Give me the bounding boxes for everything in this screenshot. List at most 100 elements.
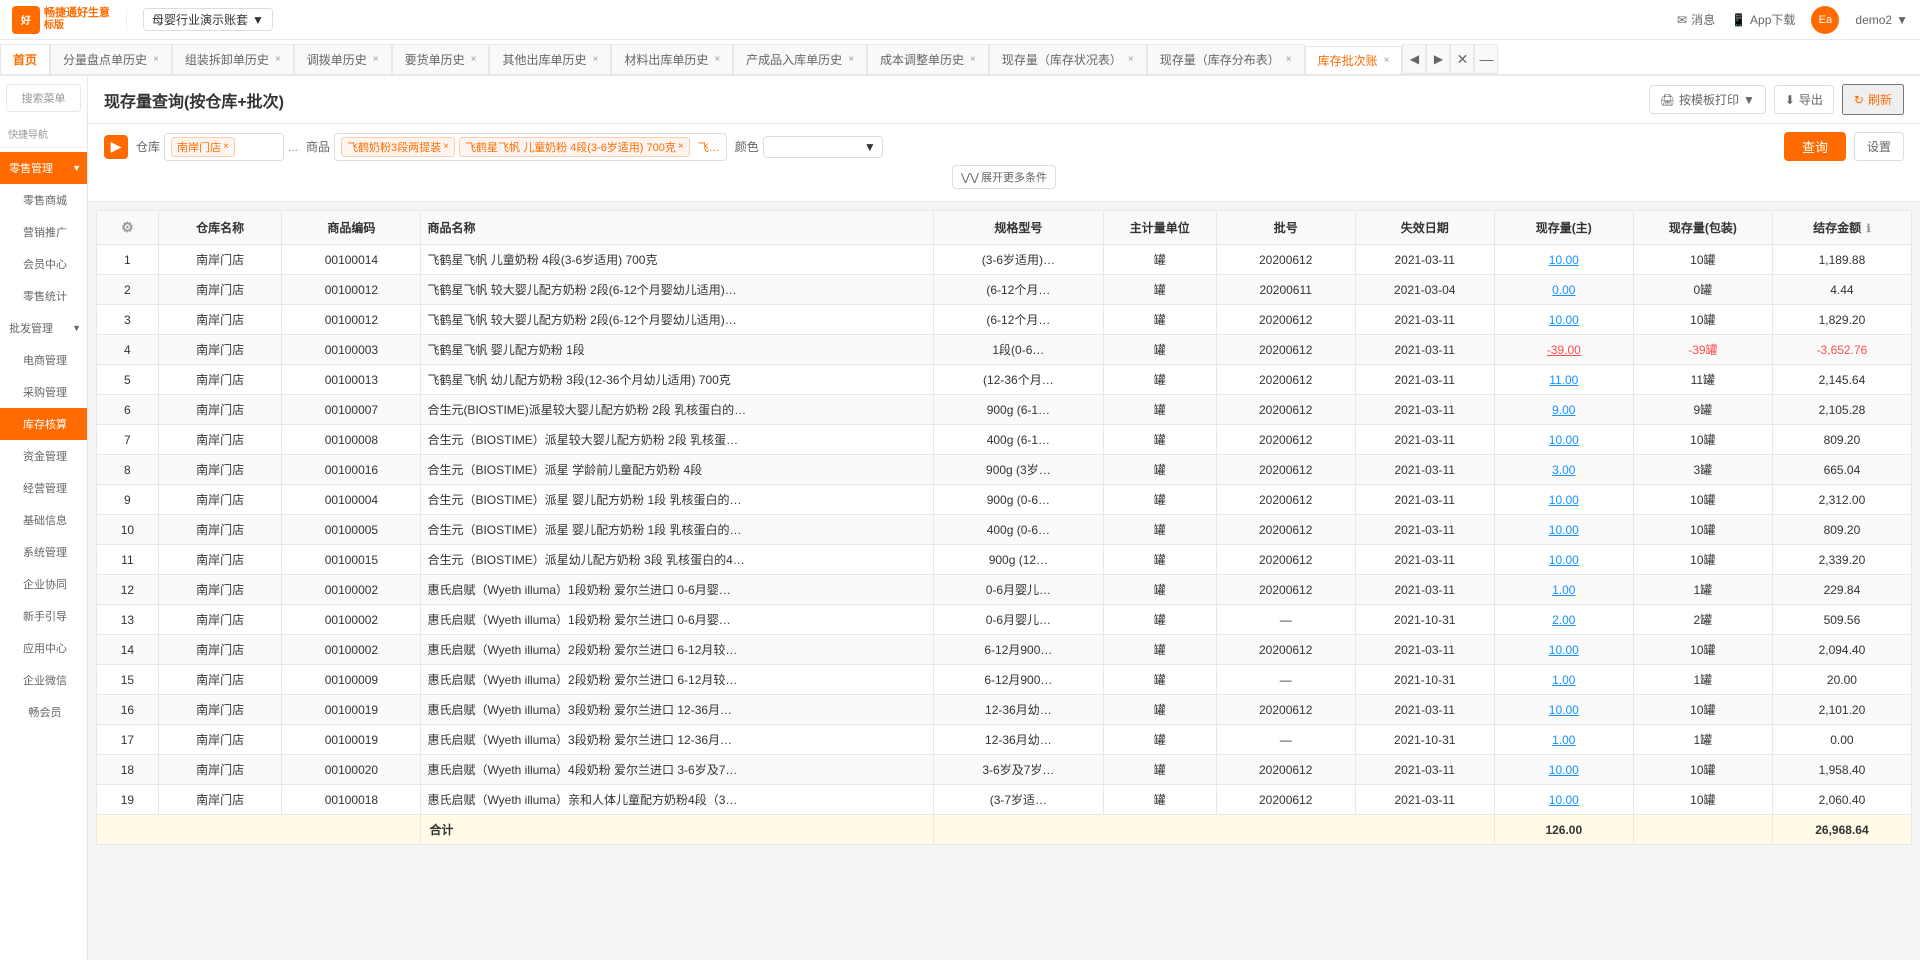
tab-close-icon[interactable]: × [153, 54, 159, 65]
filter-goods-group: 商品 飞鹤奶粉3段两提装 × 飞鹤星飞帆 儿童奶粉 4段(3-6岁适用) 700… [306, 133, 727, 161]
sidebar-item-purchase[interactable]: 采购管理 [0, 376, 87, 408]
sidebar-item-basic-info[interactable]: 基础信息 [0, 504, 87, 536]
tab-xiancunliang-kuangkuang[interactable]: 现存量（库存状况表） × [989, 44, 1147, 74]
settings-button[interactable]: 设置 [1854, 132, 1904, 161]
settings-icon[interactable]: ⚙ [121, 219, 134, 235]
tab-close-icon[interactable]: × [1128, 54, 1134, 65]
tab-zuzhangchaijian[interactable]: 组装拆卸单历史 × [172, 44, 294, 74]
warehouse-tag-close[interactable]: × [223, 141, 229, 152]
sidebar-item-finance[interactable]: 资金管理 [0, 440, 87, 472]
goods-filter-container[interactable]: 飞鹤奶粉3段两提装 × 飞鹤星飞帆 儿童奶粉 4段(3-6岁适用) 700克 ×… [334, 133, 727, 161]
row-warehouse: 南岸门店 [158, 545, 282, 575]
row-stock-main[interactable]: 10.00 [1494, 245, 1633, 275]
sidebar-item-retail-shop[interactable]: 零售商城 [0, 184, 87, 216]
row-stock-main[interactable]: 10.00 [1494, 785, 1633, 815]
tab-xiancunliang-fenbiao[interactable]: 现存量（库存分布表） × [1147, 44, 1305, 74]
row-stock-main[interactable]: 9.00 [1494, 395, 1633, 425]
color-filter-container[interactable]: ▼ [763, 136, 883, 158]
expand-more-button[interactable]: ⋁⋁ 展开更多条件 [952, 165, 1056, 189]
row-balance: 1,189.88 [1772, 245, 1911, 275]
tab-fenliangpandian[interactable]: 分量盘点单历史 × [50, 44, 172, 74]
expand-more-row: ⋁⋁ 展开更多条件 [104, 161, 1904, 193]
sidebar-item-operations[interactable]: 经营管理 [0, 472, 87, 504]
sidebar-item-app-center[interactable]: 应用中心 [0, 632, 87, 664]
row-stock-main[interactable]: 2.00 [1494, 605, 1633, 635]
sidebar-item-enterprise[interactable]: 企业协同 [0, 568, 87, 600]
tab-chengpinruku[interactable]: 产成品入库单历史 × [733, 44, 867, 74]
sidebar-item-wechat[interactable]: 企业微信 [0, 664, 87, 696]
tab-close-icon[interactable]: × [471, 54, 477, 65]
row-stock-main[interactable]: 11.00 [1494, 365, 1633, 395]
row-stock-main[interactable]: -39.00 [1494, 335, 1633, 365]
tab-close-all-button[interactable]: ✕ [1450, 44, 1474, 74]
tab-close-icon[interactable]: × [714, 54, 720, 65]
tab-close-icon[interactable]: × [592, 54, 598, 65]
row-stock-main[interactable]: 10.00 [1494, 545, 1633, 575]
tab-chengtiao[interactable]: 成本调整单历史 × [867, 44, 989, 74]
user-name[interactable]: demo2 ▼ [1855, 13, 1908, 27]
industry-select[interactable]: 母婴行业演示账套 ▼ [143, 8, 273, 31]
sidebar-item-system-mgmt[interactable]: 系统管理 [0, 536, 87, 568]
row-stock-main[interactable]: 10.00 [1494, 515, 1633, 545]
table-container[interactable]: ⚙ 仓库名称 商品编码 商品名称 规格型号 主计量单位 批号 失效日期 现存量(… [88, 202, 1920, 960]
tab-pizhizhang[interactable]: 库存批次账 × [1305, 46, 1403, 76]
row-index: 1 [97, 245, 159, 275]
info-icon[interactable]: ℹ [1867, 223, 1871, 235]
row-batch: 20200612 [1216, 515, 1355, 545]
user-avatar[interactable]: Ea [1811, 6, 1839, 34]
row-code: 00100012 [282, 275, 421, 305]
row-stock-main[interactable]: 3.00 [1494, 455, 1633, 485]
tab-diaobodanhistory[interactable]: 调拨单历史 × [294, 44, 392, 74]
tab-close-icon[interactable]: × [970, 54, 976, 65]
tab-home[interactable]: 首页 [0, 44, 50, 74]
sidebar-item-retail-stats[interactable]: 零售统计 [0, 280, 87, 312]
row-stock-pkg: 10罐 [1633, 755, 1772, 785]
tab-prev-button[interactable]: ◀ [1402, 44, 1426, 74]
row-stock-main[interactable]: 10.00 [1494, 425, 1633, 455]
row-stock-main[interactable]: 10.00 [1494, 755, 1633, 785]
row-stock-main[interactable]: 10.00 [1494, 695, 1633, 725]
export-button[interactable]: ⬇ 导出 [1774, 85, 1834, 114]
row-stock-main[interactable]: 1.00 [1494, 575, 1633, 605]
row-stock-main[interactable]: 10.00 [1494, 485, 1633, 515]
tab-cailiaochuku[interactable]: 材料出库单历史 × [611, 44, 733, 74]
query-button[interactable]: 查询 [1784, 132, 1846, 161]
tab-next-button[interactable]: ▶ [1426, 44, 1450, 74]
row-name: 惠氏启赋（Wyeth illuma）亲和人体儿童配方奶粉4段（3… [421, 785, 933, 815]
row-code: 00100008 [282, 425, 421, 455]
row-stock-main[interactable]: 10.00 [1494, 305, 1633, 335]
row-stock-main[interactable]: 1.00 [1494, 725, 1633, 755]
row-stock-main[interactable]: 1.00 [1494, 665, 1633, 695]
quick-nav-label: 快捷导航 [0, 120, 87, 143]
row-stock-main[interactable]: 0.00 [1494, 275, 1633, 305]
sidebar-item-retail-mgmt[interactable]: 零售管理 ▼ [0, 152, 87, 184]
tab-close-icon[interactable]: × [1286, 54, 1292, 65]
sidebar-item-membership[interactable]: 畅会员 [0, 696, 87, 728]
sidebar-item-member[interactable]: 会员中心 [0, 248, 87, 280]
tab-close-icon[interactable]: × [1384, 55, 1390, 66]
tab-minimize-button[interactable]: — [1474, 44, 1498, 74]
search-menu-button[interactable]: 搜索菜单 [6, 84, 81, 112]
goods-tag1-close[interactable]: × [443, 141, 449, 152]
row-stock-main[interactable]: 10.00 [1494, 635, 1633, 665]
sidebar-item-guide[interactable]: 新手引导 [0, 600, 87, 632]
tab-close-icon[interactable]: × [275, 54, 281, 65]
row-index: 11 [97, 545, 159, 575]
warehouse-filter-container[interactable]: 南岸门店 × [164, 133, 284, 161]
sidebar-item-inventory[interactable]: 库存核算 [0, 408, 87, 440]
app-download-button[interactable]: 📱 App下载 [1731, 11, 1795, 28]
sidebar-item-marketing[interactable]: 营销推广 [0, 216, 87, 248]
sidebar-item-wholesale-mgmt[interactable]: 批发管理 ▼ [0, 312, 87, 344]
message-button[interactable]: ✉ 消息 [1677, 11, 1715, 28]
table-row: 12 南岸门店 00100002 惠氏启赋（Wyeth illuma）1段奶粉 … [97, 575, 1912, 605]
goods-tag2-close[interactable]: × [678, 141, 684, 152]
sidebar-item-ecommerce[interactable]: 电商管理 [0, 344, 87, 376]
tab-qitachuku[interactable]: 其他出库单历史 × [489, 44, 611, 74]
tab-close-icon[interactable]: × [848, 54, 854, 65]
col-settings[interactable]: ⚙ [97, 211, 159, 245]
tab-yaohuo[interactable]: 要货单历史 × [392, 44, 490, 74]
template-print-button[interactable]: 🖨 按模板打印 ▼ [1649, 85, 1766, 114]
tab-close-icon[interactable]: × [373, 54, 379, 65]
filter-toggle-button[interactable]: ▶ [104, 135, 128, 159]
refresh-button[interactable]: ↻ 刷新 [1842, 84, 1904, 115]
